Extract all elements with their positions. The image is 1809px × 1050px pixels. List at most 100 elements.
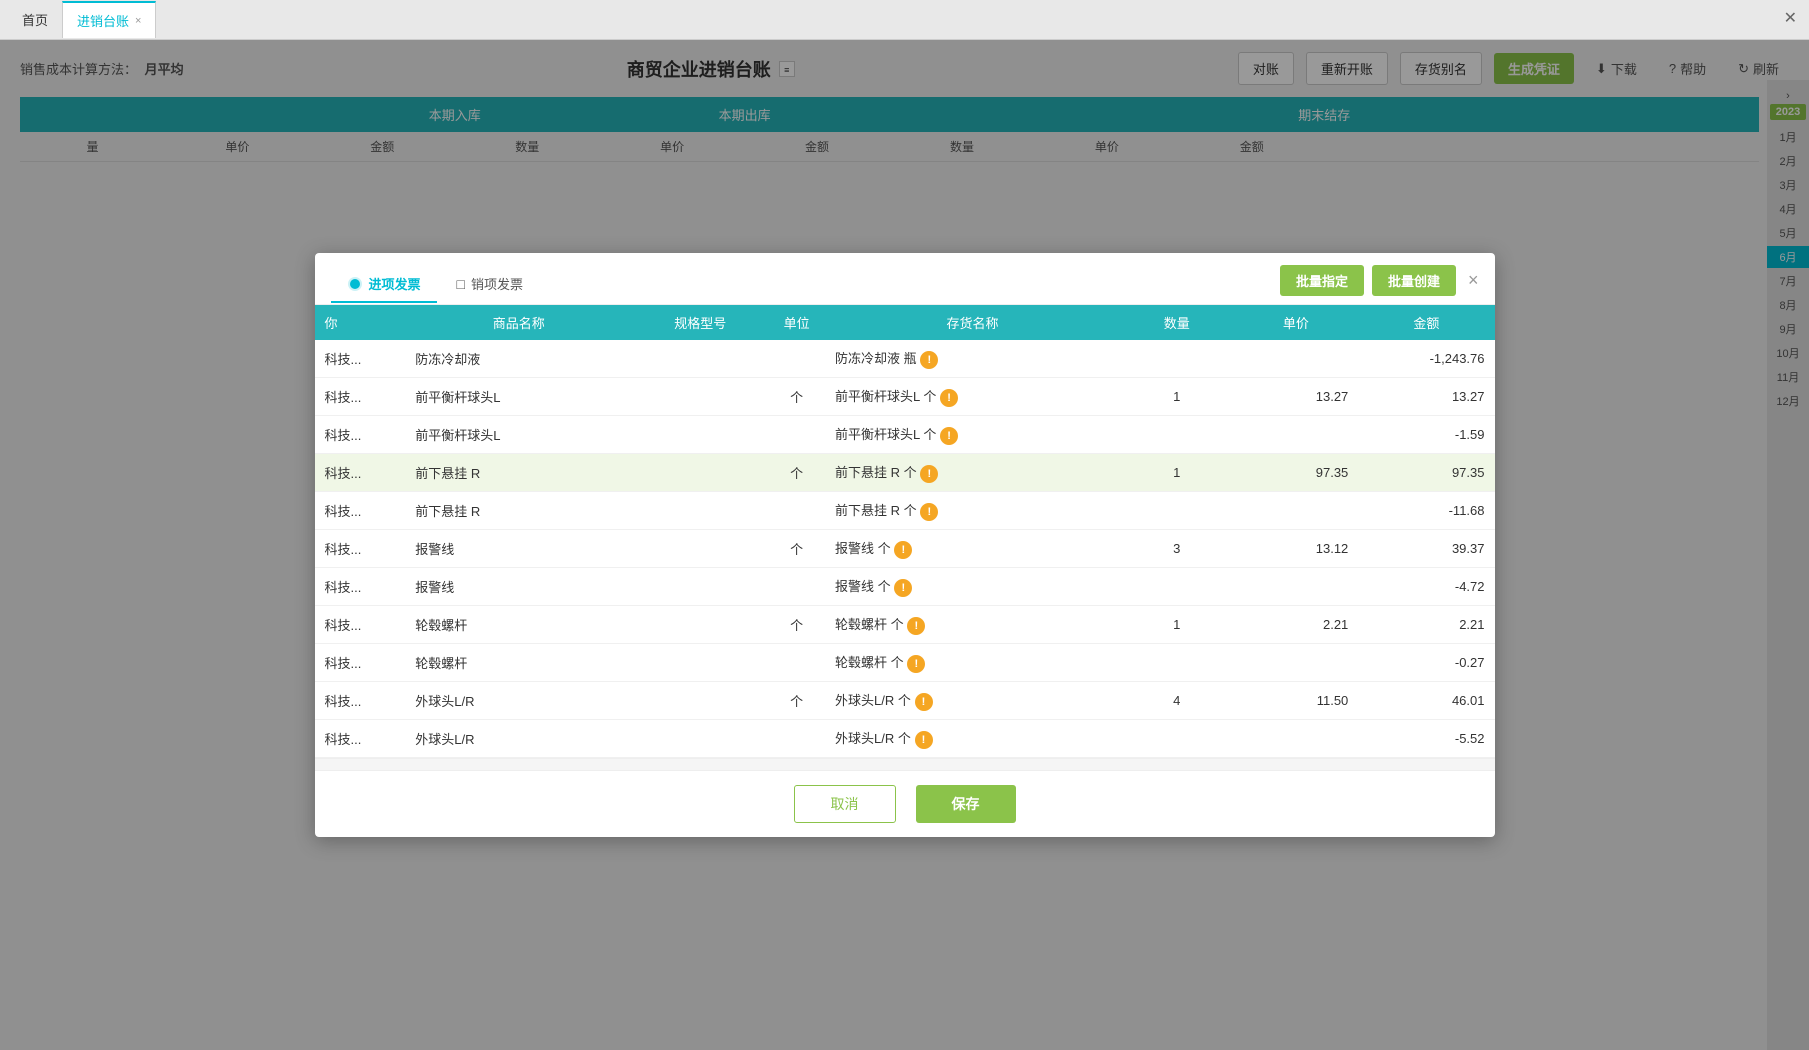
modal-actions: 批量指定 批量创建: [1280, 265, 1456, 304]
cell-price: [1234, 644, 1359, 682]
warning-icon: !: [940, 427, 958, 445]
cell-inventory: 报警线 个 !: [825, 568, 1120, 606]
cell-price: 13.12: [1234, 530, 1359, 568]
th-price: 单价: [1234, 305, 1359, 340]
table-row[interactable]: 科技... 前平衡杆球头L 前平衡杆球头L 个 ! -1.59: [315, 416, 1495, 454]
cell-product: 前下悬挂 R: [405, 492, 632, 530]
cell-spec: [632, 340, 768, 378]
cell-price: 13.27: [1234, 378, 1359, 416]
modal-dialog: 进项发票 □ 销项发票 批量指定 批量创建 × 你: [315, 253, 1495, 837]
cell-unit: [768, 644, 825, 682]
cell-unit: 个: [768, 378, 825, 416]
table-row[interactable]: 科技... 前下悬挂 R 个 前下悬挂 R 个 ! 1 97.35 97.35: [315, 454, 1495, 492]
table-row[interactable]: 科技... 轮毂螺杆 轮毂螺杆 个 ! -0.27: [315, 644, 1495, 682]
table-row[interactable]: 科技... 防冻冷却液 防冻冷却液 瓶 ! -1,243.76: [315, 340, 1495, 378]
incoming-icon: [347, 276, 363, 292]
horizontal-scrollbar[interactable]: [315, 758, 1495, 770]
cell-quantity: [1120, 644, 1233, 682]
cell-product: 前平衡杆球头L: [405, 378, 632, 416]
cell-company: 科技...: [315, 606, 406, 644]
cell-price: [1234, 720, 1359, 758]
cell-quantity: 1: [1120, 378, 1233, 416]
cell-unit: [768, 568, 825, 606]
th-quantity: 数量: [1120, 305, 1233, 340]
cell-unit: [768, 492, 825, 530]
cell-product: 轮毂螺杆: [405, 644, 632, 682]
cell-spec: [632, 720, 768, 758]
cell-price: [1234, 568, 1359, 606]
cell-spec: [632, 606, 768, 644]
tab-outgoing-invoice[interactable]: □ 销项发票: [441, 266, 539, 303]
cell-quantity: 1: [1120, 454, 1233, 492]
tab-bar: 首页 进销台账 × ✕: [0, 0, 1809, 40]
warning-icon: !: [915, 693, 933, 711]
modal-footer: 取消 保存: [315, 770, 1495, 837]
warning-icon: !: [915, 731, 933, 749]
tab-ledger[interactable]: 进销台账 ×: [62, 1, 156, 38]
cell-company: 科技...: [315, 720, 406, 758]
cell-price: 97.35: [1234, 454, 1359, 492]
modal-close-button[interactable]: ×: [1468, 270, 1479, 299]
tab-incoming-invoice[interactable]: 进项发票: [331, 266, 437, 303]
cell-unit: [768, 720, 825, 758]
cell-product: 前下悬挂 R: [405, 454, 632, 492]
cell-company: 科技...: [315, 492, 406, 530]
cell-quantity: 4: [1120, 682, 1233, 720]
cell-spec: [632, 644, 768, 682]
cell-quantity: 1: [1120, 606, 1233, 644]
outgoing-icon: □: [457, 276, 465, 292]
cell-product: 外球头L/R: [405, 720, 632, 758]
cell-unit: [768, 340, 825, 378]
batch-assign-button[interactable]: 批量指定: [1280, 265, 1364, 296]
cell-amount: -5.52: [1358, 720, 1494, 758]
cell-quantity: [1120, 492, 1233, 530]
cell-price: [1234, 416, 1359, 454]
cell-product: 报警线: [405, 530, 632, 568]
table-body: 科技... 防冻冷却液 防冻冷却液 瓶 ! -1,243.76 科技... 前平…: [315, 340, 1495, 758]
cell-spec: [632, 492, 768, 530]
table-row[interactable]: 科技... 前平衡杆球头L 个 前平衡杆球头L 个 ! 1 13.27 13.2…: [315, 378, 1495, 416]
th-spec: 规格型号: [632, 305, 768, 340]
cell-unit: [768, 416, 825, 454]
window-close-button[interactable]: ✕: [1784, 8, 1797, 28]
warning-icon: !: [907, 617, 925, 635]
cell-quantity: [1120, 340, 1233, 378]
table-row[interactable]: 科技... 前下悬挂 R 前下悬挂 R 个 ! -11.68: [315, 492, 1495, 530]
cell-unit: 个: [768, 606, 825, 644]
table-row[interactable]: 科技... 外球头L/R 外球头L/R 个 ! -5.52: [315, 720, 1495, 758]
th-inventory: 存货名称: [825, 305, 1120, 340]
table-row[interactable]: 科技... 报警线 报警线 个 ! -4.72: [315, 568, 1495, 606]
warning-icon: !: [907, 655, 925, 673]
cell-price: [1234, 340, 1359, 378]
cell-quantity: [1120, 720, 1233, 758]
th-unit: 单位: [768, 305, 825, 340]
cell-amount: 97.35: [1358, 454, 1494, 492]
tab-close-icon[interactable]: ×: [135, 15, 141, 27]
cell-quantity: [1120, 568, 1233, 606]
cell-inventory: 前下悬挂 R 个 !: [825, 492, 1120, 530]
cell-company: 科技...: [315, 340, 406, 378]
cell-quantity: 3: [1120, 530, 1233, 568]
table-scroll-area[interactable]: 你 商品名称 规格型号 单位 存货名称 数量 单价 金额 科技... 防冻冷却液: [315, 305, 1495, 758]
cell-inventory: 防冻冷却液 瓶 !: [825, 340, 1120, 378]
th-amount: 金额: [1358, 305, 1494, 340]
warning-icon: !: [920, 351, 938, 369]
batch-create-button[interactable]: 批量创建: [1372, 265, 1456, 296]
cell-inventory: 轮毂螺杆 个 !: [825, 644, 1120, 682]
cell-amount: -11.68: [1358, 492, 1494, 530]
cell-amount: 39.37: [1358, 530, 1494, 568]
warning-icon: !: [940, 389, 958, 407]
cell-company: 科技...: [315, 378, 406, 416]
cell-amount: 46.01: [1358, 682, 1494, 720]
table-row[interactable]: 科技... 轮毂螺杆 个 轮毂螺杆 个 ! 1 2.21 2.21: [315, 606, 1495, 644]
table-row[interactable]: 科技... 外球头L/R 个 外球头L/R 个 ! 4 11.50 46.01: [315, 682, 1495, 720]
table-row[interactable]: 科技... 报警线 个 报警线 个 ! 3 13.12 39.37: [315, 530, 1495, 568]
cell-product: 防冻冷却液: [405, 340, 632, 378]
invoice-table: 你 商品名称 规格型号 单位 存货名称 数量 单价 金额 科技... 防冻冷却液: [315, 305, 1495, 758]
cell-spec: [632, 530, 768, 568]
cell-product: 前平衡杆球头L: [405, 416, 632, 454]
save-button[interactable]: 保存: [916, 785, 1016, 823]
tab-home[interactable]: 首页: [8, 2, 62, 37]
cancel-button[interactable]: 取消: [794, 785, 896, 823]
cell-inventory: 前下悬挂 R 个 !: [825, 454, 1120, 492]
